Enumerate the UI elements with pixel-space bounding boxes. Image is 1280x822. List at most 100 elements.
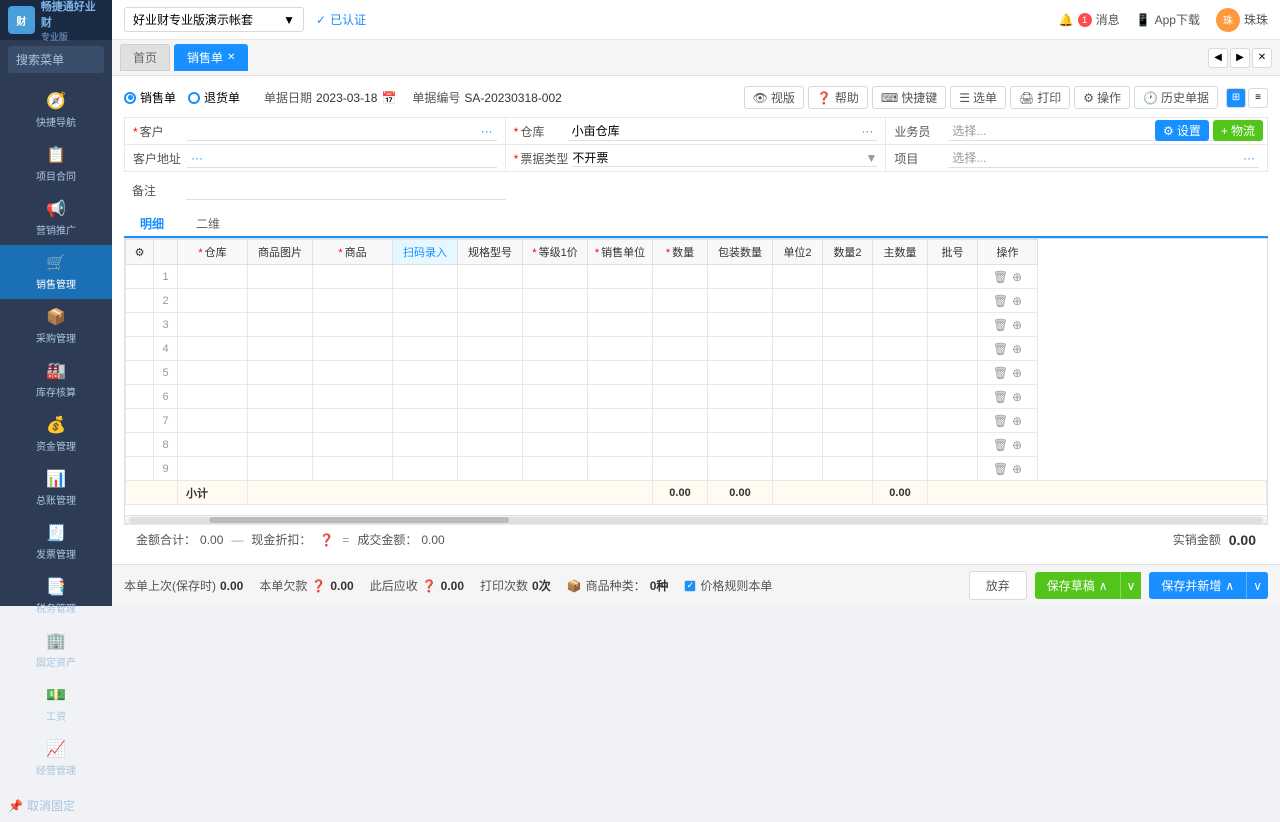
row-main-qty[interactable] (873, 313, 928, 337)
tab-close-icon[interactable]: ✕ (227, 52, 235, 63)
row-unit[interactable] (588, 289, 653, 313)
tab-close-all-button[interactable]: ✕ (1252, 48, 1272, 68)
row-main-qty[interactable] (873, 361, 928, 385)
row-warehouse[interactable] (178, 337, 248, 361)
row-unit2[interactable] (773, 337, 823, 361)
row-spec[interactable] (458, 385, 523, 409)
row-quantity[interactable] (653, 289, 708, 313)
table-row[interactable]: 3 🗑 ⊕ (126, 313, 1267, 337)
preview-button[interactable]: 👁 视版 (744, 86, 804, 109)
row-quantity[interactable] (653, 457, 708, 481)
row-image[interactable] (248, 385, 313, 409)
date-value[interactable]: 2023-03-18 (316, 91, 377, 105)
row-unit[interactable] (588, 409, 653, 433)
row-pkg-qty[interactable] (708, 265, 773, 289)
delete-icon[interactable]: 🗑 (993, 294, 1008, 308)
company-selector[interactable]: 好业财专业版演示帐套 ▼ (124, 7, 304, 32)
row-unit2[interactable] (773, 289, 823, 313)
row-unit2[interactable] (773, 433, 823, 457)
row-qty2[interactable] (823, 265, 873, 289)
row-price[interactable] (523, 289, 588, 313)
row-product[interactable] (313, 337, 393, 361)
row-main-qty[interactable] (873, 433, 928, 457)
sidebar-item-finance[interactable]: 💰 资金管理 (0, 407, 112, 461)
add-logistics-button[interactable]: + 物流 (1213, 120, 1263, 141)
save-new-button[interactable]: 保存并新增 ∧ (1149, 572, 1246, 599)
row-price[interactable] (523, 337, 588, 361)
row-unit[interactable] (588, 313, 653, 337)
table-row[interactable]: 4 🗑 ⊕ (126, 337, 1267, 361)
row-unit[interactable] (588, 337, 653, 361)
tab-sales-order[interactable]: 销售单 ✕ (174, 44, 248, 71)
row-price[interactable] (523, 385, 588, 409)
row-spec[interactable] (458, 337, 523, 361)
row-spec[interactable] (458, 265, 523, 289)
sidebar-item-inventory[interactable]: 🏭 库存核算 (0, 353, 112, 407)
sidebar-item-invoice[interactable]: 🧾 发票管理 (0, 515, 112, 569)
history-button[interactable]: 🕐 历史单据 (1134, 86, 1218, 109)
row-batch[interactable] (928, 433, 978, 457)
row-main-qty[interactable] (873, 409, 928, 433)
sidebar-search[interactable]: 搜索菜单 (0, 40, 112, 79)
row-product[interactable] (313, 457, 393, 481)
radio-return-order[interactable]: 退货单 (188, 89, 240, 106)
project-dots[interactable]: ··· (1243, 151, 1255, 165)
row-image[interactable] (248, 313, 313, 337)
sidebar-item-tax[interactable]: 📑 税务管理 (0, 569, 112, 623)
delete-icon[interactable]: 🗑 (993, 342, 1008, 356)
row-qty2[interactable] (823, 337, 873, 361)
row-scan[interactable] (393, 313, 458, 337)
table-row[interactable]: 2 🗑 ⊕ (126, 289, 1267, 313)
row-scan[interactable] (393, 457, 458, 481)
row-unit[interactable] (588, 361, 653, 385)
row-warehouse[interactable] (178, 409, 248, 433)
warehouse-dots[interactable]: ··· (861, 124, 873, 138)
copy-icon[interactable]: ⊕ (1012, 438, 1022, 452)
shortcut-button[interactable]: ⌨ 快捷键 (872, 86, 946, 109)
row-scan[interactable] (393, 265, 458, 289)
row-qty2[interactable] (823, 385, 873, 409)
copy-icon[interactable]: ⊕ (1012, 342, 1022, 356)
col-settings[interactable]: ⚙ (126, 240, 154, 265)
row-spec[interactable] (458, 433, 523, 457)
ticket-select[interactable]: 不开票 ▼ (572, 149, 877, 167)
tab-next-button[interactable]: ▶ (1230, 48, 1250, 68)
row-batch[interactable] (928, 265, 978, 289)
row-batch[interactable] (928, 337, 978, 361)
row-price[interactable] (523, 265, 588, 289)
table-row[interactable]: 8 🗑 ⊕ (126, 433, 1267, 457)
calendar-icon[interactable]: 📅 (381, 91, 396, 105)
row-price[interactable] (523, 409, 588, 433)
row-pkg-qty[interactable] (708, 433, 773, 457)
row-quantity[interactable] (653, 313, 708, 337)
select-button[interactable]: ☰ 选单 (950, 86, 1006, 109)
row-warehouse[interactable] (178, 313, 248, 337)
row-image[interactable] (248, 433, 313, 457)
copy-icon[interactable]: ⊕ (1012, 366, 1022, 380)
copy-icon[interactable]: ⊕ (1012, 390, 1022, 404)
copy-icon[interactable]: ⊕ (1012, 270, 1022, 284)
save-draft-arrow-button[interactable]: ∨ (1120, 572, 1142, 599)
save-new-arrow-button[interactable]: ∨ (1246, 572, 1268, 599)
row-spec[interactable] (458, 409, 523, 433)
row-quantity[interactable] (653, 361, 708, 385)
row-product[interactable] (313, 289, 393, 313)
row-unit[interactable] (588, 433, 653, 457)
row-pkg-qty[interactable] (708, 457, 773, 481)
row-image[interactable] (248, 457, 313, 481)
row-product[interactable] (313, 313, 393, 337)
address-input[interactable]: ··· (187, 148, 497, 168)
row-batch[interactable] (928, 313, 978, 337)
row-scan[interactable] (393, 361, 458, 385)
row-pkg-qty[interactable] (708, 289, 773, 313)
row-spec[interactable] (458, 289, 523, 313)
row-batch[interactable] (928, 409, 978, 433)
save-draft-button[interactable]: 保存草稿 ∧ (1035, 572, 1120, 599)
row-pkg-qty[interactable] (708, 313, 773, 337)
row-image[interactable] (248, 337, 313, 361)
row-quantity[interactable] (653, 337, 708, 361)
table-row[interactable]: 5 🗑 ⊕ (126, 361, 1267, 385)
row-price[interactable] (523, 313, 588, 337)
project-input[interactable]: 选择... ··· (948, 148, 1259, 168)
radio-sales-order[interactable]: 销售单 (124, 89, 176, 106)
